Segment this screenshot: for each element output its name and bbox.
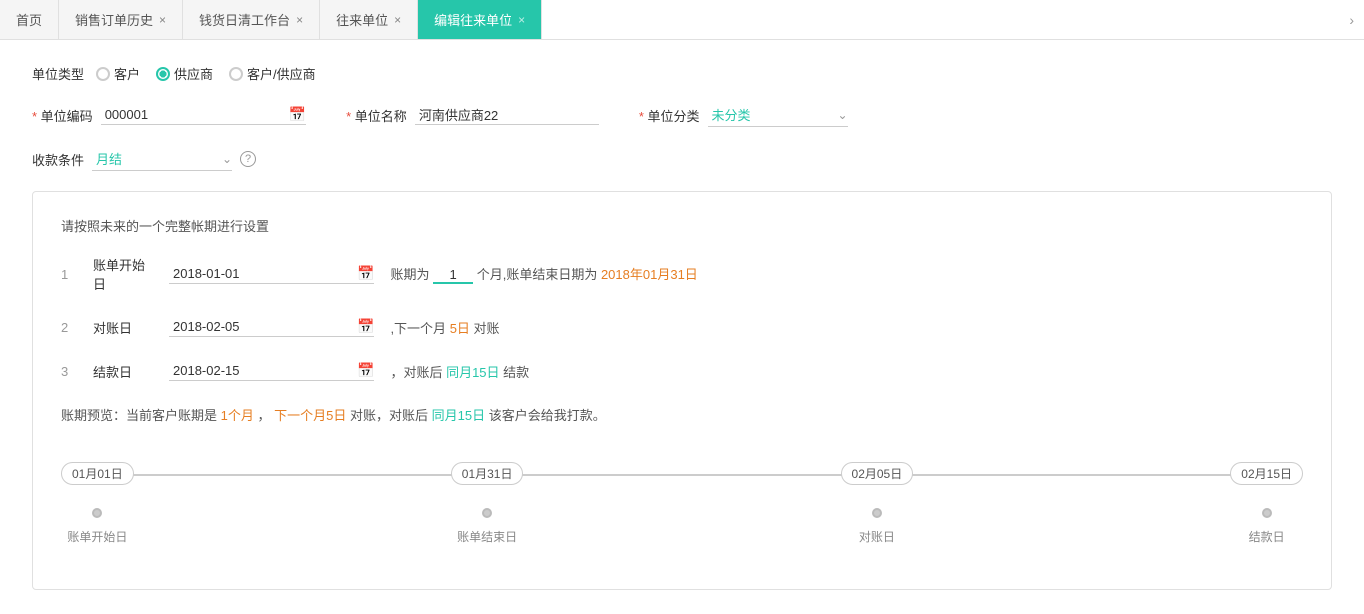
code-label: 单位编码 [32, 106, 93, 125]
reconcile-date-calendar-icon[interactable]: 📅 [357, 318, 374, 335]
period-row-3: 3 结款日 📅 ，对账后 同月15日 结款 [61, 361, 1303, 381]
name-input[interactable] [415, 105, 599, 125]
payment-arrow-icon: ⌄ [222, 152, 232, 166]
radio-customer[interactable]: 客户 [96, 64, 140, 83]
code-input-group: 📅 [101, 105, 306, 125]
field-group-payment: 收款条件 月结 ⌄ ? [32, 147, 256, 171]
radio-circle-supplier [156, 67, 170, 81]
timeline-point-2: 01月31日 账单结束日 [451, 462, 524, 545]
tl-dot-1 [92, 508, 102, 518]
row-num-3: 3 [61, 364, 77, 379]
payment-date-calendar-icon[interactable]: 📅 [357, 362, 374, 379]
tab-bar: 首页 销售订单历史 × 钱货日清工作台 × 往来单位 × 编辑往来单位 × › [0, 0, 1364, 40]
timeline-point-3: 02月05日 对账日 [841, 462, 914, 545]
timeline-point-1: 01月01日 账单开始日 [61, 462, 134, 545]
field-group-name: 单位名称 [346, 105, 599, 125]
timeline: 01月01日 账单开始日 01月31日 账单结束日 02月05日 对账日 02月… [61, 452, 1303, 565]
tab-counterpart[interactable]: 往来单位 × [320, 0, 418, 39]
category-label: 单位分类 [639, 106, 700, 125]
payment-select[interactable]: 月结 ⌄ [92, 147, 232, 171]
tl-label-3: 对账日 [859, 528, 895, 545]
row-num-2: 2 [61, 320, 77, 335]
period-row-1: 1 账单开始日 📅 账期为 个月,账单结束日期为 2018年01月31日 [61, 255, 1303, 293]
reconcile-day-highlight: 5日 [450, 321, 470, 336]
tl-badge-3: 02月05日 [841, 462, 914, 485]
row-type-1: 账单开始日 [93, 255, 153, 293]
period-card: 请按照未来的一个完整帐期进行设置 1 账单开始日 📅 账期为 个月,账单结束日期… [32, 191, 1332, 590]
tab-edit-counterpart[interactable]: 编辑往来单位 × [418, 0, 542, 39]
start-date-input[interactable] [169, 264, 353, 283]
category-value: 未分类 [708, 103, 834, 126]
radio-both[interactable]: 客户/供应商 [229, 64, 316, 83]
period-months-input[interactable] [433, 267, 473, 284]
summary-payment-day: 同月15日 [432, 408, 485, 423]
row-type-3: 结款日 [93, 362, 153, 381]
radio-group-unit-type: 客户 供应商 客户/供应商 [96, 64, 316, 83]
row-num-1: 1 [61, 267, 77, 282]
reconcile-date-input-group: 📅 [169, 317, 374, 337]
tl-label-4: 结款日 [1249, 528, 1285, 545]
payment-label: 收款条件 [32, 150, 84, 169]
payment-row: 收款条件 月结 ⌄ ? [32, 147, 1332, 171]
tab-cash-work[interactable]: 钱货日清工作台 × [183, 0, 320, 39]
payment-date-input[interactable] [169, 361, 353, 380]
payment-day-highlight: 同月15日 [446, 365, 499, 380]
tab-home[interactable]: 首页 [0, 0, 59, 39]
tl-badge-2: 01月31日 [451, 462, 524, 485]
radio-circle-both [229, 67, 243, 81]
bill-end-date: 2018年01月31日 [601, 267, 698, 282]
period-desc-2: ,下一个月 5日 对账 [390, 318, 499, 337]
start-date-input-group: 📅 [169, 264, 374, 284]
code-input[interactable] [101, 105, 285, 124]
tab-close-edit-counterpart[interactable]: × [518, 13, 525, 27]
tl-badge-1: 01月01日 [61, 462, 134, 485]
radio-supplier[interactable]: 供应商 [156, 64, 213, 83]
radio-circle-customer [96, 67, 110, 81]
card-instruction: 请按照未来的一个完整帐期进行设置 [61, 216, 1303, 235]
tl-dot-3 [872, 508, 882, 518]
start-date-calendar-icon[interactable]: 📅 [357, 265, 374, 282]
category-select[interactable]: 未分类 ⌄ [708, 103, 848, 127]
tl-label-2: 账单结束日 [457, 528, 517, 545]
tl-label-1: 账单开始日 [67, 528, 127, 545]
timeline-point-4: 02月15日 结款日 [1230, 462, 1303, 545]
period-summary: 账期预览：当前客户账期是 1个月 ， 下一个月5日 对账，对账后 同月15日 该… [61, 405, 1303, 424]
tl-dot-2 [482, 508, 492, 518]
tab-close-sales-history[interactable]: × [159, 13, 166, 27]
summary-months: 1个月 [221, 408, 254, 423]
payment-date-input-group: 📅 [169, 361, 374, 381]
period-desc-3: ，对账后 同月15日 结款 [390, 362, 529, 381]
code-name-category-row: 单位编码 📅 单位名称 单位分类 未分类 ⌄ [32, 103, 1332, 127]
period-rows: 1 账单开始日 📅 账期为 个月,账单结束日期为 2018年01月31日 2 对… [61, 255, 1303, 381]
name-label: 单位名称 [346, 106, 407, 125]
field-group-code: 单位编码 📅 [32, 105, 306, 125]
code-icon[interactable]: 📅 [289, 106, 306, 123]
summary-reconcile-day: 下一个月5日 [274, 408, 346, 423]
tl-dot-4 [1262, 508, 1272, 518]
unit-type-label: 单位类型 [32, 64, 84, 83]
tab-sales-history[interactable]: 销售订单历史 × [59, 0, 183, 39]
tab-close-counterpart[interactable]: × [394, 13, 401, 27]
timeline-points: 01月01日 账单开始日 01月31日 账单结束日 02月05日 对账日 02月… [61, 462, 1303, 545]
payment-help-icon[interactable]: ? [240, 151, 256, 167]
reconcile-date-input[interactable] [169, 317, 353, 336]
period-desc-1: 账期为 个月,账单结束日期为 2018年01月31日 [390, 264, 697, 284]
tl-badge-4: 02月15日 [1230, 462, 1303, 485]
content-area: 单位类型 客户 供应商 客户/供应商 单位编码 📅 单位 [0, 40, 1364, 614]
unit-type-row: 单位类型 客户 供应商 客户/供应商 [32, 64, 1332, 83]
period-row-2: 2 对账日 📅 ,下一个月 5日 对账 [61, 317, 1303, 337]
category-arrow-icon: ⌄ [837, 108, 847, 122]
payment-value: 月结 [92, 147, 218, 170]
field-group-category: 单位分类 未分类 ⌄ [639, 103, 848, 127]
tab-close-cash-work[interactable]: × [296, 13, 303, 27]
tab-arrow[interactable]: › [1339, 0, 1364, 39]
row-type-2: 对账日 [93, 318, 153, 337]
